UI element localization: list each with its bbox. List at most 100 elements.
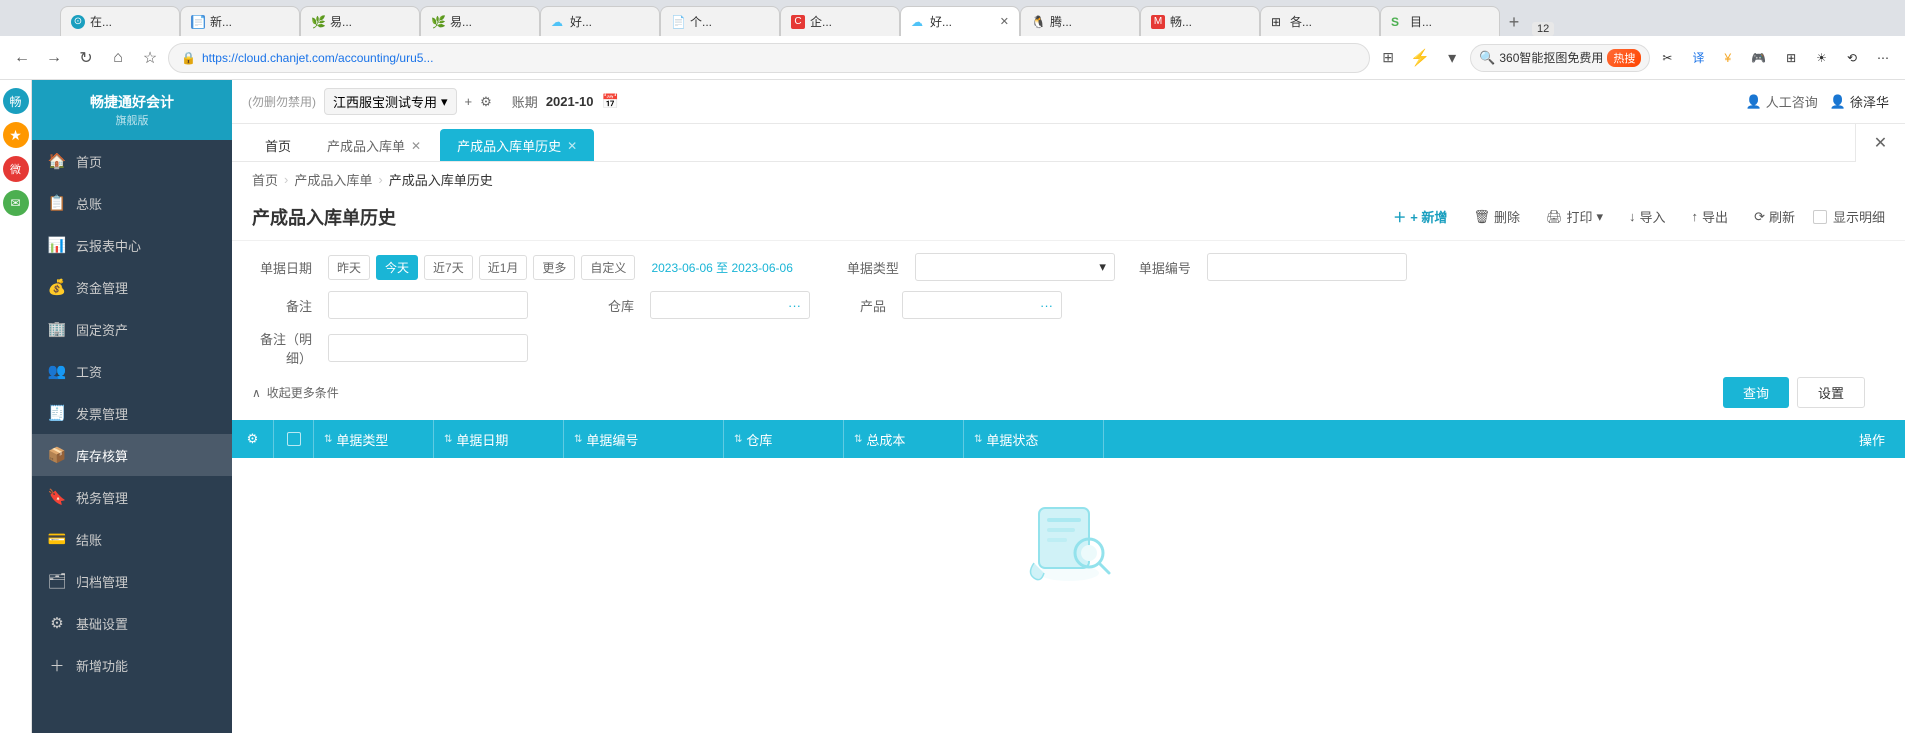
nav-item-tax[interactable]: 🔖 税务管理 bbox=[32, 476, 232, 518]
show-detail-toggle[interactable]: 显示明细 bbox=[1813, 207, 1885, 226]
search-placeholder: 360智能抠图免费用 bbox=[1499, 49, 1603, 66]
nav-item-checkout[interactable]: 💳 结账 bbox=[32, 518, 232, 560]
tab-count-badge: 12 bbox=[1532, 22, 1554, 36]
refresh-data-button[interactable]: ⟳ 刷新 bbox=[1746, 203, 1803, 230]
tab-8-active[interactable]: ☁ 好... ✕ bbox=[900, 6, 1020, 36]
panel-close-button[interactable]: ✕ bbox=[1855, 124, 1905, 162]
nav-item-invoice[interactable]: 🧾 发票管理 bbox=[32, 392, 232, 434]
nav-item-salary[interactable]: 👥 工资 bbox=[32, 350, 232, 392]
tab-2[interactable]: 📄 新... bbox=[180, 6, 300, 36]
type-filter-select[interactable]: ▾ bbox=[915, 253, 1115, 281]
date-btn-custom[interactable]: 自定义 bbox=[581, 255, 635, 280]
nav-item-add[interactable]: ＋ 新增功能 bbox=[32, 644, 232, 686]
product-select[interactable]: ··· bbox=[902, 291, 1062, 319]
company-select[interactable]: 江西服宝测试专用 ▾ bbox=[324, 88, 457, 115]
tab-1[interactable]: ⊙ 在... bbox=[60, 6, 180, 36]
game-tool[interactable]: 🎮 bbox=[1743, 44, 1774, 72]
tab-10[interactable]: M 畅... bbox=[1140, 6, 1260, 36]
app-icon-chanjet[interactable]: 畅 bbox=[3, 88, 29, 114]
delete-button[interactable]: 🗑 删除 bbox=[1465, 203, 1528, 230]
page-tab-list-close[interactable]: ✕ bbox=[411, 139, 421, 153]
user-menu[interactable]: 👤 徐泽华 bbox=[1830, 92, 1889, 111]
nav-item-report[interactable]: 📊 云报表中心 bbox=[32, 224, 232, 266]
collapse-filter-button[interactable]: ∧ 收起更多条件 bbox=[252, 378, 339, 407]
th-number[interactable]: ⇅ 单据编号 bbox=[564, 420, 724, 458]
nav-item-inventory[interactable]: 📦 库存核算 bbox=[32, 434, 232, 476]
lightning-button[interactable]: ⚡ bbox=[1406, 44, 1434, 72]
search-bar[interactable]: 🔍 360智能抠图免费用 热搜 bbox=[1470, 44, 1650, 72]
tab-add-button[interactable]: + bbox=[1500, 8, 1528, 36]
page-tab-history[interactable]: 产成品入库单历史 ✕ bbox=[440, 129, 594, 161]
address-dropdown[interactable]: ▾ bbox=[1438, 44, 1466, 72]
tab-close-8[interactable]: ✕ bbox=[1000, 15, 1009, 28]
th-status[interactable]: ⇅ 单据状态 bbox=[964, 420, 1104, 458]
header-checkbox[interactable] bbox=[287, 432, 301, 446]
page-tab-list[interactable]: 产成品入库单 ✕ bbox=[310, 129, 438, 161]
nav-item-settings[interactable]: ⚙ 基础设置 bbox=[32, 602, 232, 644]
tab-11[interactable]: ⊞ 各... bbox=[1260, 6, 1380, 36]
tab-7[interactable]: C 企... bbox=[780, 6, 900, 36]
add-button[interactable]: ＋ + 新增 bbox=[1385, 203, 1455, 230]
nav-item-fund[interactable]: 💰 资金管理 bbox=[32, 266, 232, 308]
warehouse-select[interactable]: ··· bbox=[650, 291, 810, 319]
th-warehouse[interactable]: ⇅ 仓库 bbox=[724, 420, 844, 458]
app-icon-mail[interactable]: ✉ bbox=[3, 190, 29, 216]
brightness-tool[interactable]: ☀ bbox=[1808, 44, 1835, 72]
date-btn-more[interactable]: 更多 bbox=[533, 255, 575, 280]
settings-tool[interactable]: ⋯ bbox=[1869, 44, 1897, 72]
page-tab-history-close[interactable]: ✕ bbox=[567, 139, 577, 153]
nav-item-archive[interactable]: 🗂 归档管理 bbox=[32, 560, 232, 602]
scissors-tool[interactable]: ✂ bbox=[1654, 44, 1680, 72]
th-date[interactable]: ⇅ 单据日期 bbox=[434, 420, 564, 458]
app-nav-title: 畅捷通好会计 bbox=[90, 92, 174, 112]
import-button[interactable]: ↓ 导入 bbox=[1621, 203, 1674, 230]
search-button[interactable]: 查询 bbox=[1723, 377, 1789, 408]
back-button[interactable]: ← bbox=[8, 44, 36, 72]
app-icon-star[interactable]: ★ bbox=[3, 122, 29, 148]
reset-button[interactable]: 设置 bbox=[1797, 377, 1865, 408]
date-btn-today[interactable]: 今天 bbox=[376, 255, 418, 280]
page-tab-home[interactable]: 首页 bbox=[248, 129, 308, 161]
tab-9[interactable]: 🐧 腾... bbox=[1020, 6, 1140, 36]
th-type[interactable]: ⇅ 单据类型 bbox=[314, 420, 434, 458]
grid-tool[interactable]: ⊞ bbox=[1778, 44, 1804, 72]
calendar-button[interactable]: 📅 bbox=[602, 93, 619, 110]
address-bar[interactable]: 🔒 https://cloud.chanjet.com/accounting/u… bbox=[168, 43, 1370, 73]
print-button[interactable]: 🖨 打印 ▾ bbox=[1538, 203, 1611, 230]
bookmark-button[interactable]: ☆ bbox=[136, 44, 164, 72]
tab-5[interactable]: ☁ 好... bbox=[540, 6, 660, 36]
forward-button[interactable]: → bbox=[40, 44, 68, 72]
number-filter-input[interactable] bbox=[1207, 253, 1407, 281]
breadcrumb-list[interactable]: 产成品入库单 bbox=[294, 170, 372, 189]
th-settings[interactable]: ⚙ bbox=[232, 420, 274, 458]
currency-tool[interactable]: ¥ bbox=[1716, 44, 1739, 72]
date-btn-yesterday[interactable]: 昨天 bbox=[328, 255, 370, 280]
sync-tool[interactable]: ⟲ bbox=[1839, 44, 1865, 72]
nav-item-home[interactable]: 🏠 首页 bbox=[32, 140, 232, 182]
detail-remark-input[interactable] bbox=[328, 334, 528, 362]
breadcrumb-home[interactable]: 首页 bbox=[252, 170, 278, 189]
remark-input[interactable] bbox=[328, 291, 528, 319]
th-check[interactable] bbox=[274, 420, 314, 458]
date-btn-1month[interactable]: 近1月 bbox=[479, 255, 528, 280]
th-cost[interactable]: ⇅ 总成本 bbox=[844, 420, 964, 458]
translate-tool[interactable]: 译 bbox=[1684, 44, 1712, 72]
nav-item-ledger[interactable]: 📋 总账 bbox=[32, 182, 232, 224]
tab-3[interactable]: 🌿 易... bbox=[300, 6, 420, 36]
tab-6[interactable]: 📄 个... bbox=[660, 6, 780, 36]
tab-4[interactable]: 🌿 易... bbox=[420, 6, 540, 36]
add-account-button[interactable]: + bbox=[465, 94, 473, 109]
nav-item-asset[interactable]: 🏢 固定资产 bbox=[32, 308, 232, 350]
account-settings-button[interactable]: ⚙ bbox=[480, 94, 492, 110]
tab-12[interactable]: S 目... bbox=[1380, 6, 1500, 36]
extensions-button[interactable]: ⊞ bbox=[1374, 44, 1402, 72]
ai-consult-label: 人工咨询 bbox=[1766, 92, 1818, 111]
export-button[interactable]: ↑ 导出 bbox=[1684, 203, 1737, 230]
delete-icon: 🗑 bbox=[1473, 209, 1490, 225]
home-browser-button[interactable]: ⌂ bbox=[104, 44, 132, 72]
date-btn-7days[interactable]: 近7天 bbox=[424, 255, 473, 280]
show-detail-checkbox[interactable] bbox=[1813, 210, 1827, 224]
ai-consult-button[interactable]: 👤 人工咨询 bbox=[1746, 92, 1818, 111]
app-icon-weibo[interactable]: 微 bbox=[3, 156, 29, 182]
refresh-browser-button[interactable]: ↻ bbox=[72, 44, 100, 72]
